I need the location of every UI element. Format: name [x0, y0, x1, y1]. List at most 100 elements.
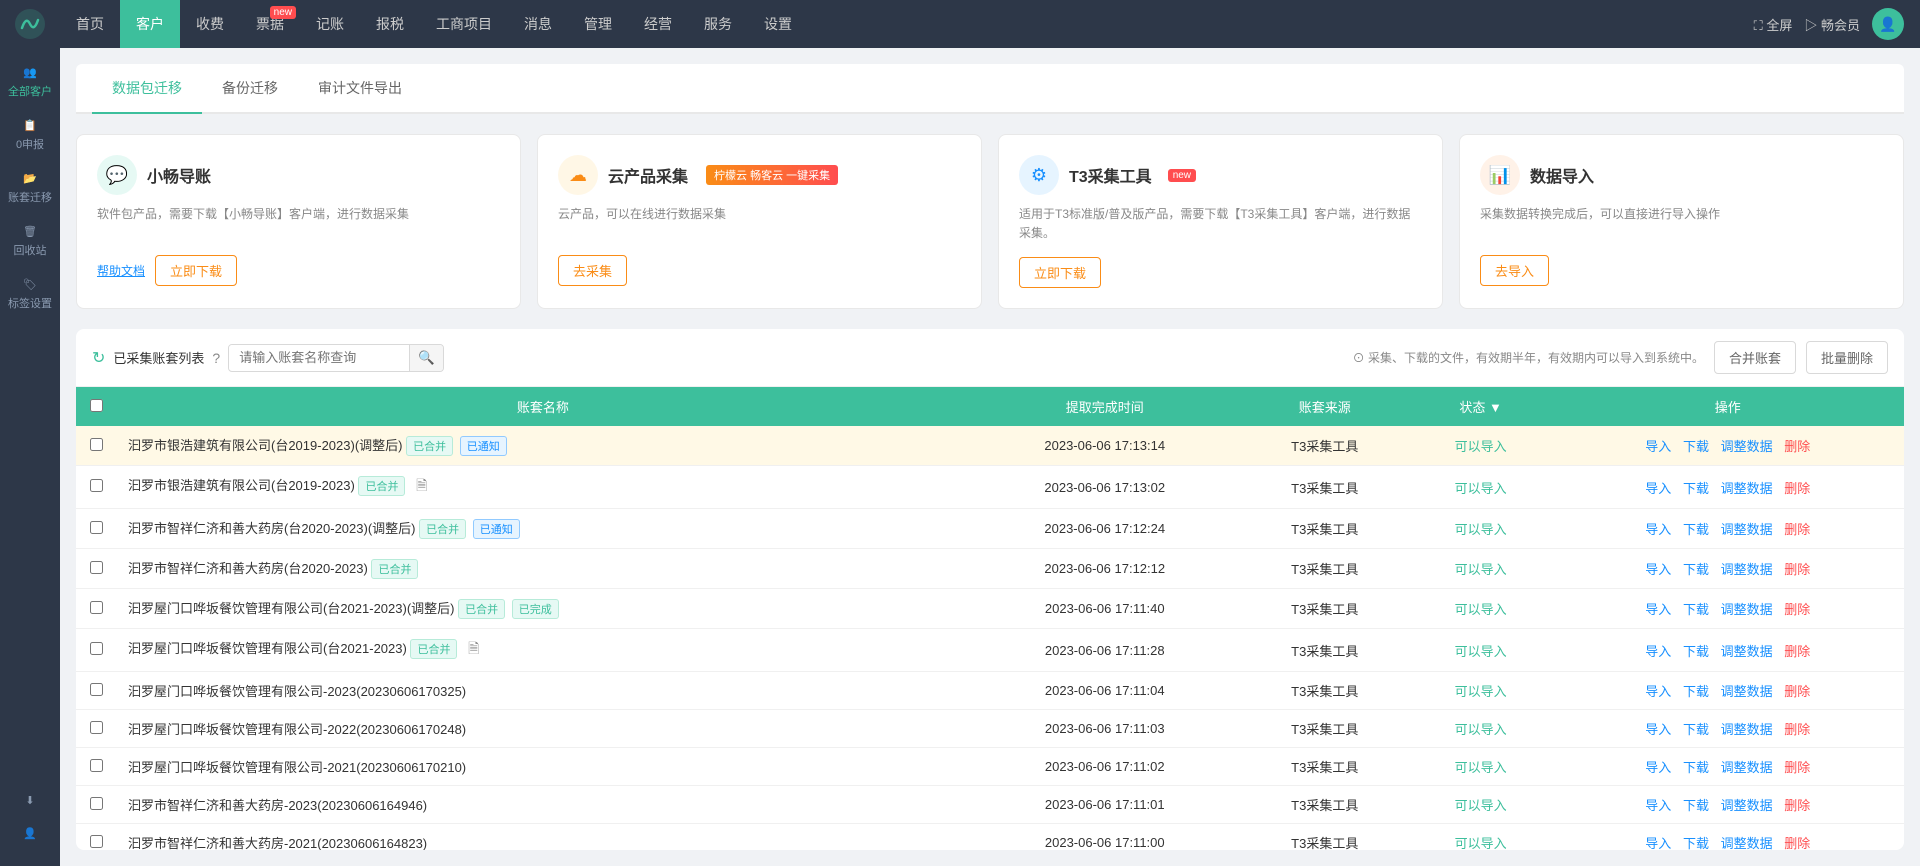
delete-action[interactable]: 删除 — [1784, 439, 1810, 454]
download-action[interactable]: 下载 — [1683, 439, 1709, 454]
sidebar-item-account-migration[interactable]: 📂 账套迁移 — [0, 162, 60, 215]
delete-action[interactable]: 删除 — [1784, 722, 1810, 737]
nav-manage[interactable]: 管理 — [568, 0, 628, 48]
refresh-icon[interactable]: ↻ — [92, 348, 105, 368]
import-action[interactable]: 导入 — [1645, 439, 1671, 454]
search-box[interactable]: 🔍 — [228, 344, 444, 372]
fullscreen-btn[interactable]: ⛶ 全屏 — [1754, 15, 1793, 34]
nav-charge[interactable]: 收费 — [180, 0, 240, 48]
nav-invoice[interactable]: 票据 new — [240, 0, 300, 48]
row-checkbox[interactable] — [90, 759, 103, 772]
nav-service[interactable]: 服务 — [688, 0, 748, 48]
row-checkbox[interactable] — [90, 721, 103, 734]
app-logo[interactable] — [0, 8, 60, 40]
row-checkbox[interactable] — [90, 683, 103, 696]
tab-audit-export[interactable]: 审计文件导出 — [298, 64, 422, 114]
import-action[interactable]: 导入 — [1645, 602, 1671, 617]
adjust-action[interactable]: 调整数据 — [1721, 722, 1773, 737]
adjust-action[interactable]: 调整数据 — [1721, 562, 1773, 577]
cloud-title: 云产品采集 — [608, 163, 688, 187]
adjust-action[interactable]: 调整数据 — [1721, 522, 1773, 537]
import-action[interactable]: 导入 — [1645, 481, 1671, 496]
sidebar-item-all-customers[interactable]: 👥 全部客户 — [0, 56, 60, 109]
sidebar-item-download[interactable]: ⬇ — [0, 784, 60, 817]
row-checkbox[interactable] — [90, 601, 103, 614]
import-action[interactable]: 导入 — [1645, 522, 1671, 537]
nav-home[interactable]: 首页 — [60, 0, 120, 48]
download-action[interactable]: 下载 — [1683, 760, 1709, 775]
download-action[interactable]: 下载 — [1683, 684, 1709, 699]
nav-bookkeeping[interactable]: 记账 — [300, 0, 360, 48]
adjust-action[interactable]: 调整数据 — [1721, 760, 1773, 775]
adjust-action[interactable]: 调整数据 — [1721, 798, 1773, 813]
import-btn[interactable]: 去导入 — [1480, 255, 1549, 286]
user-avatar[interactable]: 👤 — [1872, 8, 1904, 40]
adjust-action[interactable]: 调整数据 — [1721, 602, 1773, 617]
nav-message[interactable]: 消息 — [508, 0, 568, 48]
adjust-action[interactable]: 调整数据 — [1721, 439, 1773, 454]
batch-delete-btn[interactable]: 批量删除 — [1806, 341, 1888, 374]
nav-settings[interactable]: 设置 — [748, 0, 808, 48]
nav-tax[interactable]: 报税 — [360, 0, 420, 48]
row-checkbox[interactable] — [90, 521, 103, 534]
import-action[interactable]: 导入 — [1645, 644, 1671, 659]
search-input[interactable] — [229, 345, 409, 370]
help-icon[interactable]: ? — [212, 350, 220, 366]
delete-action[interactable]: 删除 — [1784, 644, 1810, 659]
import-action[interactable]: 导入 — [1645, 722, 1671, 737]
sidebar-item-report[interactable]: 📋 0申报 — [0, 109, 60, 162]
download-action[interactable]: 下载 — [1683, 602, 1709, 617]
merge-account-btn[interactable]: 合并账套 — [1714, 341, 1796, 374]
sidebar-item-tag-settings[interactable]: 🏷 标签设置 — [0, 268, 60, 321]
vip-btn[interactable]: ▷ 畅会员 — [1804, 15, 1860, 34]
sidebar-item-recycle[interactable]: 🗑 回收站 — [0, 215, 60, 268]
row-checkbox[interactable] — [90, 438, 103, 451]
row-name: 汩罗市银浩建筑有限公司(台2019-2023)(调整后) 已合并 已通知 — [116, 426, 970, 466]
delete-action[interactable]: 删除 — [1784, 522, 1810, 537]
sidebar-item-user[interactable]: 👤 — [0, 817, 60, 850]
status-badge: 可以导入 — [1455, 439, 1507, 454]
row-checkbox[interactable] — [90, 561, 103, 574]
download-action[interactable]: 下载 — [1683, 522, 1709, 537]
tab-backup-migration[interactable]: 备份迁移 — [202, 64, 298, 114]
adjust-action[interactable]: 调整数据 — [1721, 481, 1773, 496]
search-button[interactable]: 🔍 — [409, 345, 443, 371]
nav-business[interactable]: 工商项目 — [420, 0, 508, 48]
import-action[interactable]: 导入 — [1645, 684, 1671, 699]
delete-action[interactable]: 删除 — [1784, 836, 1810, 850]
tab-data-migration[interactable]: 数据包迁移 — [92, 64, 202, 114]
t3-download-btn[interactable]: 立即下载 — [1019, 257, 1101, 288]
download-action[interactable]: 下载 — [1683, 562, 1709, 577]
import-action[interactable]: 导入 — [1645, 562, 1671, 577]
xiaochang-download-btn[interactable]: 立即下载 — [155, 255, 237, 286]
row-checkbox[interactable] — [90, 835, 103, 848]
adjust-action[interactable]: 调整数据 — [1721, 684, 1773, 699]
adjust-action[interactable]: 调整数据 — [1721, 644, 1773, 659]
import-action[interactable]: 导入 — [1645, 798, 1671, 813]
row-tag: 已通知 — [473, 519, 520, 539]
download-action[interactable]: 下载 — [1683, 481, 1709, 496]
delete-action[interactable]: 删除 — [1784, 684, 1810, 699]
delete-action[interactable]: 删除 — [1784, 481, 1810, 496]
header-status[interactable]: 状态 ▼ — [1410, 387, 1552, 426]
xiaochang-help-link[interactable]: 帮助文档 — [97, 262, 145, 279]
delete-action[interactable]: 删除 — [1784, 602, 1810, 617]
cloud-collect-btn[interactable]: 去采集 — [558, 255, 627, 286]
select-all-checkbox[interactable] — [90, 399, 103, 412]
nav-operation[interactable]: 经营 — [628, 0, 688, 48]
nav-customer[interactable]: 客户 — [120, 0, 180, 48]
nav-menu: 首页 客户 收费 票据 new 记账 报税 工商项目 消息 管理 经营 服务 设… — [60, 0, 1754, 48]
adjust-action[interactable]: 调整数据 — [1721, 836, 1773, 850]
download-action[interactable]: 下载 — [1683, 722, 1709, 737]
import-action[interactable]: 导入 — [1645, 836, 1671, 850]
delete-action[interactable]: 删除 — [1784, 562, 1810, 577]
download-action[interactable]: 下载 — [1683, 836, 1709, 850]
row-checkbox[interactable] — [90, 797, 103, 810]
row-checkbox[interactable] — [90, 479, 103, 492]
row-checkbox[interactable] — [90, 642, 103, 655]
delete-action[interactable]: 删除 — [1784, 760, 1810, 775]
import-action[interactable]: 导入 — [1645, 760, 1671, 775]
download-action[interactable]: 下载 — [1683, 644, 1709, 659]
delete-action[interactable]: 删除 — [1784, 798, 1810, 813]
download-action[interactable]: 下载 — [1683, 798, 1709, 813]
